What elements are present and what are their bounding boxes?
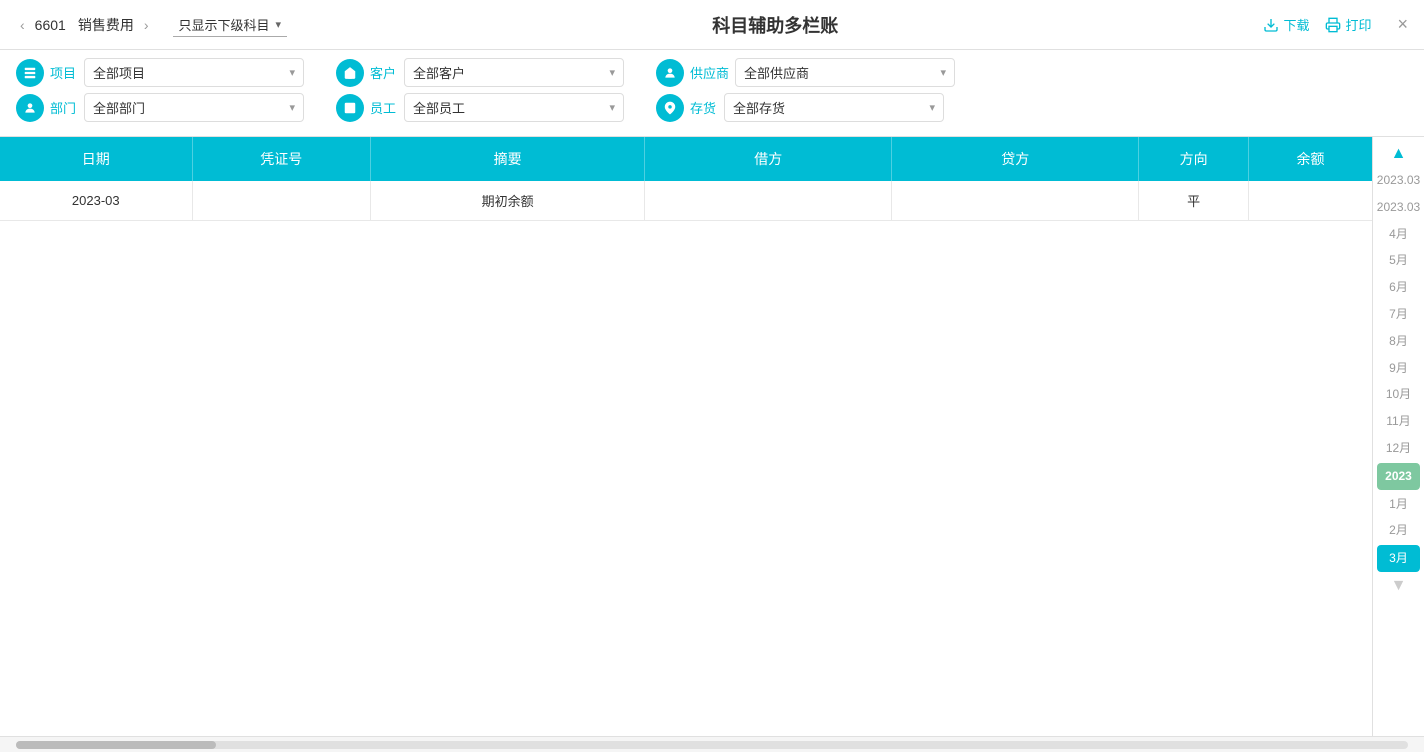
- customer-select[interactable]: 全部客户 ▾: [404, 58, 624, 87]
- dept-value: 全部部门: [93, 98, 145, 117]
- sidebar-down-button[interactable]: ▼: [1373, 573, 1424, 599]
- employee-arrow: ▾: [609, 101, 615, 114]
- inventory-filter-item: 存货 全部存货 ▾: [656, 93, 944, 122]
- sidebar-period-jul[interactable]: 7月: [1373, 301, 1424, 328]
- sidebar-period-oct[interactable]: 10月: [1373, 381, 1424, 408]
- sidebar-period-dec[interactable]: 12月: [1373, 435, 1424, 462]
- main-content: 日期 凭证号 摘要 借方 贷方 方向 余额 2023-03 期初余额: [0, 137, 1372, 736]
- col-header-summary: 摘要: [370, 137, 644, 181]
- supplier-value: 全部供应商: [744, 63, 809, 82]
- dept-filter-item: 部门 全部部门 ▾: [16, 93, 304, 122]
- sub-account-label: 只显示下级科目: [179, 15, 270, 34]
- scrollbar-thumb[interactable]: [16, 741, 216, 749]
- horizontal-scrollbar[interactable]: [0, 736, 1424, 752]
- cell-debit: [645, 181, 892, 221]
- print-icon: [1325, 17, 1341, 33]
- prev-arrow[interactable]: ‹: [16, 17, 29, 33]
- cell-summary: 期初余额: [370, 181, 644, 221]
- dept-icon: [16, 94, 44, 122]
- col-header-balance: 余额: [1248, 137, 1372, 181]
- col-header-direction: 方向: [1139, 137, 1249, 181]
- sidebar-period-sep[interactable]: 9月: [1373, 355, 1424, 382]
- next-arrow[interactable]: ›: [140, 17, 153, 33]
- employee-value: 全部员工: [413, 98, 465, 117]
- dept-arrow: ▾: [289, 101, 295, 114]
- employee-filter-item: 员工 全部员工 ▾: [336, 93, 624, 122]
- print-label: 打印: [1345, 15, 1371, 34]
- sidebar-period-apr[interactable]: 4月: [1373, 221, 1424, 248]
- project-select[interactable]: 全部项目 ▾: [84, 58, 304, 87]
- sidebar-year-2023[interactable]: 2023: [1377, 463, 1420, 490]
- inventory-arrow: ▾: [929, 101, 935, 114]
- close-button[interactable]: ×: [1397, 14, 1408, 35]
- download-label: 下载: [1283, 15, 1309, 34]
- employee-icon: [336, 94, 364, 122]
- inventory-value: 全部存货: [733, 98, 785, 117]
- download-button[interactable]: 下载: [1263, 15, 1309, 34]
- col-header-voucher: 凭证号: [192, 137, 370, 181]
- sub-account-filter[interactable]: 只显示下级科目 ▾: [173, 13, 288, 37]
- period-sidebar: ▲ 2023.03 2023.03 4月 5月 6月 7月 8月 9月 10月 …: [1372, 137, 1424, 736]
- supplier-icon: [656, 59, 684, 87]
- sidebar-period-may[interactable]: 5月: [1373, 247, 1424, 274]
- project-arrow: ▾: [289, 66, 295, 79]
- ledger-table: 日期 凭证号 摘要 借方 贷方 方向 余额 2023-03 期初余额: [0, 137, 1372, 221]
- download-icon: [1263, 17, 1279, 33]
- customer-arrow: ▾: [609, 66, 615, 79]
- project-label: 项目: [50, 63, 78, 82]
- account-name: 销售费用: [78, 15, 134, 35]
- sidebar-period-jan[interactable]: 1月: [1373, 491, 1424, 518]
- filter-area: 项目 全部项目 ▾ 客户 全部客户 ▾: [0, 50, 1424, 137]
- print-button[interactable]: 打印: [1325, 15, 1371, 34]
- project-value: 全部项目: [93, 63, 145, 82]
- cell-credit: [892, 181, 1139, 221]
- inventory-label: 存货: [690, 98, 718, 117]
- supplier-filter-item: 供应商 全部供应商 ▾: [656, 58, 955, 87]
- col-header-date: 日期: [0, 137, 192, 181]
- sidebar-period-mar-active[interactable]: 3月: [1377, 545, 1420, 572]
- scrollbar-track: [16, 741, 1408, 749]
- project-icon: [16, 59, 44, 87]
- sidebar-period-2023-03-top[interactable]: 2023.03: [1373, 167, 1424, 194]
- customer-label: 客户: [370, 63, 398, 82]
- cell-balance: [1248, 181, 1372, 221]
- inventory-icon: [656, 94, 684, 122]
- supplier-arrow: ▾: [940, 66, 946, 79]
- sidebar-period-aug[interactable]: 8月: [1373, 328, 1424, 355]
- account-code: 6601: [35, 17, 66, 33]
- employee-label: 员工: [370, 98, 398, 117]
- supplier-label: 供应商: [690, 63, 729, 82]
- customer-icon: [336, 59, 364, 87]
- dept-select[interactable]: 全部部门 ▾: [84, 93, 304, 122]
- cell-date: 2023-03: [0, 181, 192, 221]
- table-row: 2023-03 期初余额 平: [0, 181, 1372, 221]
- sub-account-arrow: ▾: [276, 18, 282, 31]
- employee-select[interactable]: 全部员工 ▾: [404, 93, 624, 122]
- col-header-credit: 贷方: [892, 137, 1139, 181]
- inventory-select[interactable]: 全部存货 ▾: [724, 93, 944, 122]
- page-title: 科目辅助多栏账: [287, 12, 1263, 38]
- col-header-debit: 借方: [645, 137, 892, 181]
- supplier-select[interactable]: 全部供应商 ▾: [735, 58, 955, 87]
- sidebar-up-button[interactable]: ▲: [1373, 141, 1424, 167]
- customer-value: 全部客户: [413, 63, 465, 82]
- project-filter-item: 项目 全部项目 ▾: [16, 58, 304, 87]
- sidebar-period-feb[interactable]: 2月: [1373, 517, 1424, 544]
- dept-label: 部门: [50, 98, 78, 117]
- sidebar-period-jun[interactable]: 6月: [1373, 274, 1424, 301]
- customer-filter-item: 客户 全部客户 ▾: [336, 58, 624, 87]
- sidebar-period-2023-03[interactable]: 2023.03: [1373, 194, 1424, 221]
- cell-direction: 平: [1139, 181, 1249, 221]
- sidebar-period-nov[interactable]: 11月: [1373, 408, 1424, 435]
- cell-voucher: [192, 181, 370, 221]
